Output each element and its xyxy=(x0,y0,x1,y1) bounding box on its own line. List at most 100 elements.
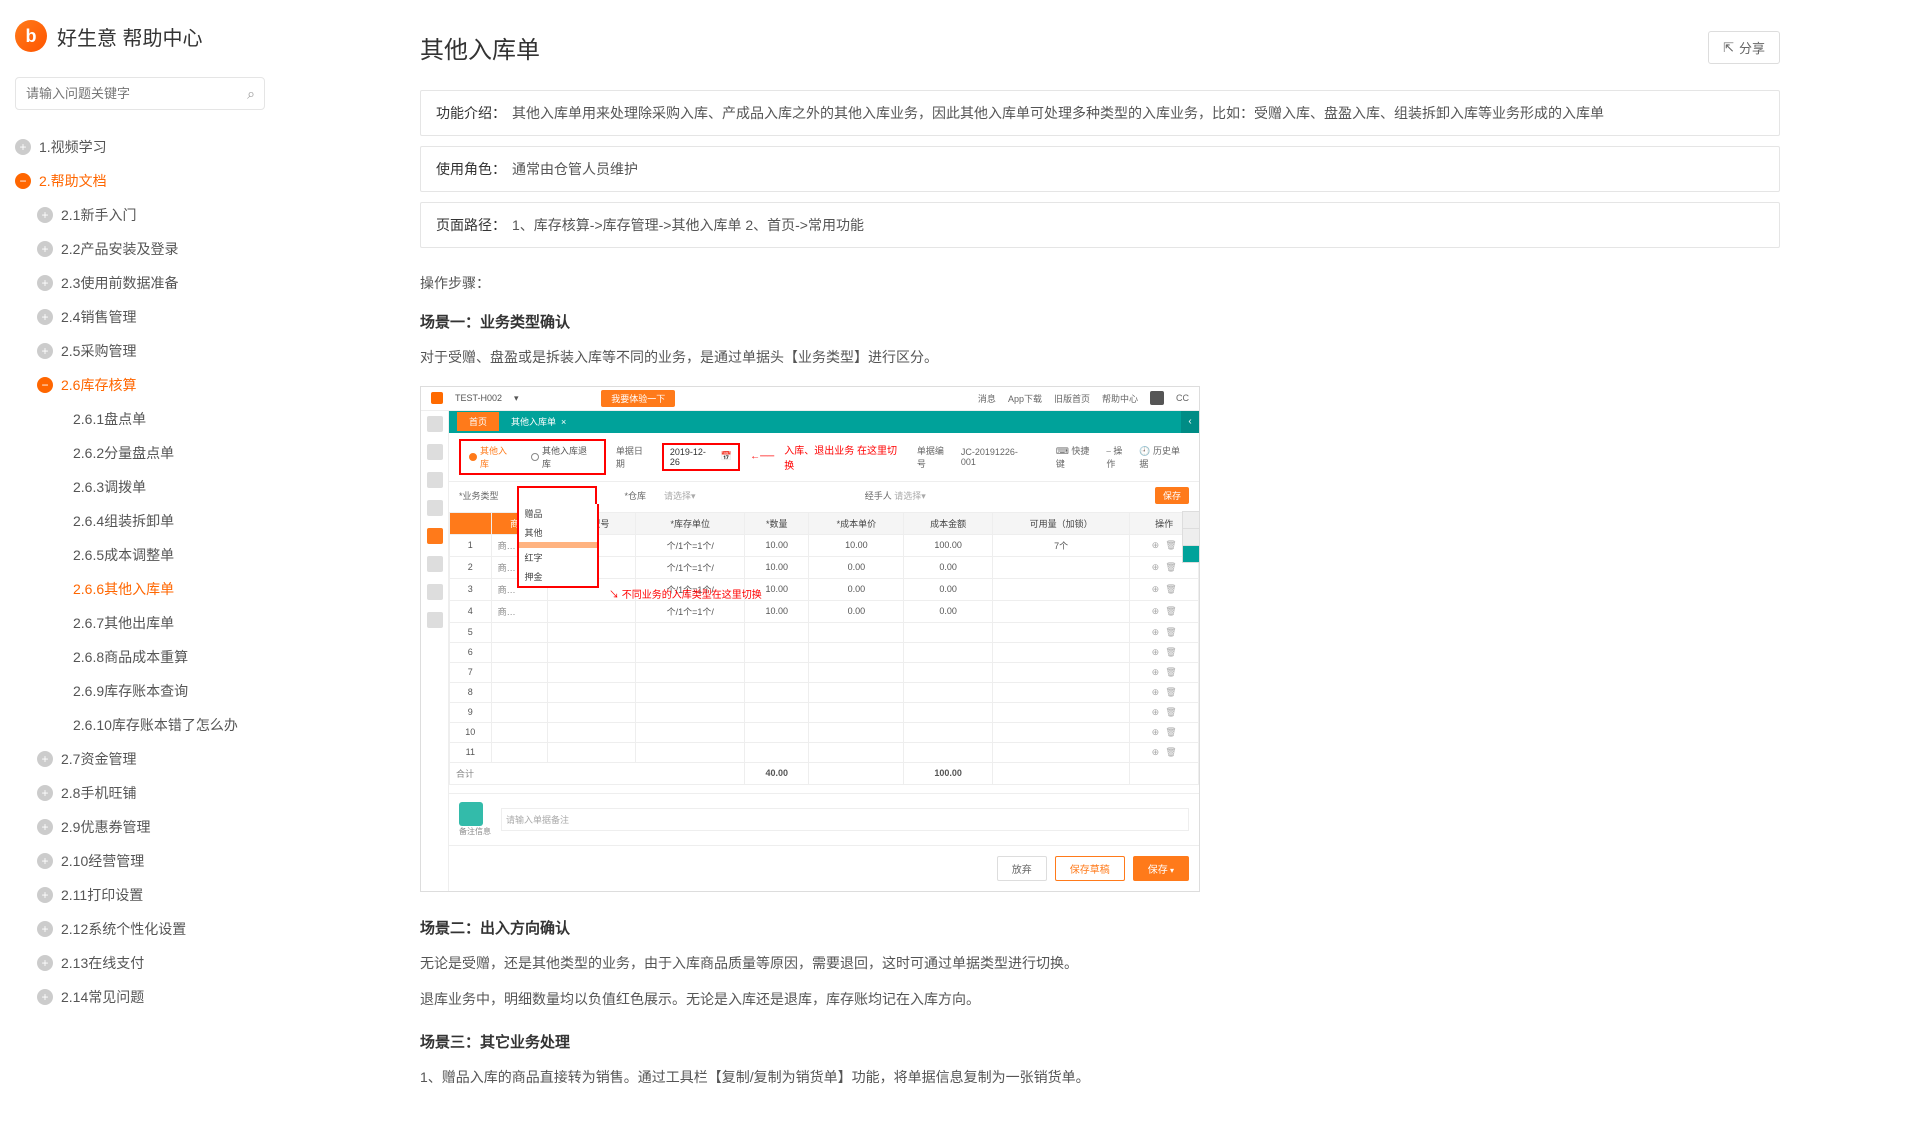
scenario-text: 退库业务中，明细数量均以负值红色展示。无论是入库还是退库，库存账均记在入库方向。 xyxy=(420,986,1780,1013)
sidebar-item-label: 2.6.4组装拆卸单 xyxy=(73,511,174,531)
sidebar-item[interactable]: +2.11打印设置 xyxy=(15,878,265,912)
ss-trial-button: 我要体验一下 xyxy=(601,390,675,407)
plus-icon: + xyxy=(37,241,53,257)
main-content: 其他入库单 ⇱ 分享 功能介绍：其他入库单用来处理除采购入库、产成品入库之外的其… xyxy=(280,0,1880,1130)
sidebar-item[interactable]: +2.5采购管理 xyxy=(15,334,265,368)
ss-remark: 备注信息 请输入单据备注 xyxy=(449,793,1199,845)
sidebar-item[interactable]: 2.6.4组装拆卸单 xyxy=(15,504,265,538)
sidebar-item[interactable]: +2.10经营管理 xyxy=(15,844,265,878)
screenshot-mock: TEST-H002 ▾ 我要体验一下 消息 App下载 旧版首页 帮助中心 CC xyxy=(420,386,1200,892)
plus-icon: + xyxy=(37,989,53,1005)
table-row: 5⊕🗑 xyxy=(450,622,1199,642)
table-header: 可用量（加锁） xyxy=(992,512,1129,534)
ss-side-icon xyxy=(427,444,443,460)
sidebar-item-label: 2.6.7其他出库单 xyxy=(73,613,174,633)
ss-tool-icon xyxy=(1182,511,1200,529)
sidebar-item-label: 2.4销售管理 xyxy=(61,307,136,327)
scenario-text: 对于受赠、盘盈或是拆装入库等不同的业务，是通过单据头【业务类型】进行区分。 xyxy=(420,344,1780,371)
sidebar-item-label: 2.12系统个性化设置 xyxy=(61,919,186,939)
sidebar-item[interactable]: +2.4销售管理 xyxy=(15,300,265,334)
table-row: 8⊕🗑 xyxy=(450,682,1199,702)
sidebar-item[interactable]: 2.6.6其他入库单 xyxy=(15,572,265,606)
minus-icon: − xyxy=(37,377,53,393)
ss-side-icon xyxy=(427,556,443,572)
table-header: 成本金额 xyxy=(904,512,993,534)
sidebar-item-label: 2.7资金管理 xyxy=(61,749,136,769)
share-button[interactable]: ⇱ 分享 xyxy=(1708,31,1780,64)
ss-tab-current: 其他入库单× xyxy=(499,412,578,431)
sidebar-item[interactable]: 2.6.1盘点单 xyxy=(15,402,265,436)
page-title: 其他入库单 xyxy=(420,30,540,65)
sidebar-item-label: 2.6.5成本调整单 xyxy=(73,545,174,565)
sidebar-item[interactable]: 2.6.7其他出库单 xyxy=(15,606,265,640)
sidebar-item[interactable]: +2.9优惠券管理 xyxy=(15,810,265,844)
ss-right-tools xyxy=(1182,511,1200,562)
sidebar-item-label: 2.9优惠券管理 xyxy=(61,817,150,837)
plus-icon: + xyxy=(37,785,53,801)
plus-icon: + xyxy=(37,819,53,835)
sidebar-item[interactable]: +2.13在线支付 xyxy=(15,946,265,980)
ss-tab-home: 首页 xyxy=(457,412,499,431)
logo-row: b 好生意 帮助中心 xyxy=(15,20,265,52)
sidebar-item[interactable]: +1.视频学习 xyxy=(15,130,265,164)
sidebar-item-label: 2.6.3调拨单 xyxy=(73,477,146,497)
sidebar-item[interactable]: +2.1新手入门 xyxy=(15,198,265,232)
sidebar-item[interactable]: 2.6.10库存账本错了怎么办 xyxy=(15,708,265,742)
plus-icon: + xyxy=(37,275,53,291)
sidebar-item-label: 2.6.8商品成本重算 xyxy=(73,647,188,667)
scenario-title: 场景一：业务类型确认 xyxy=(420,311,1780,332)
table-row: 10⊕🗑 xyxy=(450,722,1199,742)
table-header: *数量 xyxy=(745,512,809,534)
search-icon[interactable]: ⌕ xyxy=(247,85,255,102)
sidebar-item-label: 2.2产品安装及登录 xyxy=(61,239,178,259)
ss-annotation: 入库、退出业务 在这里切换 xyxy=(784,442,907,472)
sidebar-item[interactable]: +2.3使用前数据准备 xyxy=(15,266,265,300)
ss-foot-btn: 保存 xyxy=(1133,856,1189,881)
sidebar-item[interactable]: +2.12系统个性化设置 xyxy=(15,912,265,946)
sidebar-item[interactable]: 2.6.8商品成本重算 xyxy=(15,640,265,674)
ss-form-row: *业务类型 赠品 其他 红字 押金 *仓库请选择▾ xyxy=(449,482,1199,510)
ss-side-icon xyxy=(427,528,443,544)
ss-tool-icon xyxy=(1182,545,1200,563)
remark-icon xyxy=(459,802,483,826)
sidebar-item[interactable]: 2.6.2分量盘点单 xyxy=(15,436,265,470)
sidebar-item[interactable]: 2.6.5成本调整单 xyxy=(15,538,265,572)
sidebar-item[interactable]: +2.14常见问题 xyxy=(15,980,265,1014)
steps-title: 操作步骤： xyxy=(420,273,1780,293)
sidebar-item[interactable]: 2.6.3调拨单 xyxy=(15,470,265,504)
ss-radio: 其他入库退库 xyxy=(531,444,596,470)
sidebar-item-label: 2.10经营管理 xyxy=(61,851,144,871)
sidebar-item[interactable]: −2.帮助文档 xyxy=(15,164,265,198)
table-total-row: 合计40.00100.00 xyxy=(450,762,1199,784)
sidebar-item-label: 2.1新手入门 xyxy=(61,205,136,225)
search-input[interactable] xyxy=(15,77,265,110)
ss-top-right: 消息 App下载 旧版首页 帮助中心 CC xyxy=(978,391,1189,405)
sidebar-item[interactable]: +2.2产品安装及登录 xyxy=(15,232,265,266)
sidebar-item[interactable]: +2.8手机旺铺 xyxy=(15,776,265,810)
sidebar-item-label: 2.6.2分量盘点单 xyxy=(73,443,174,463)
sidebar-item[interactable]: 2.6.9库存账本查询 xyxy=(15,674,265,708)
plus-icon: + xyxy=(37,751,53,767)
sidebar-item-label: 2.6库存核算 xyxy=(61,375,136,395)
plus-icon: + xyxy=(37,887,53,903)
ss-radio: 其他入库 xyxy=(469,444,516,470)
sidebar-item-label: 2.3使用前数据准备 xyxy=(61,273,178,293)
ss-annotation: ↘ 不同业务的入库类型在这里切换 xyxy=(609,586,762,601)
ss-tool-icon xyxy=(1182,528,1200,546)
ss-dropdown: 赠品 其他 红字 押金 xyxy=(517,486,597,506)
chevron-down-icon: ▾ xyxy=(514,393,519,404)
sidebar-item[interactable]: +2.7资金管理 xyxy=(15,742,265,776)
ss-topbar: TEST-H002 ▾ 我要体验一下 消息 App下载 旧版首页 帮助中心 CC xyxy=(421,387,1199,411)
arrow-icon: ←── xyxy=(750,451,774,462)
site-title: 好生意 帮助中心 xyxy=(57,22,203,51)
ss-tabbar: 首页 其他入库单× ‹ xyxy=(449,411,1199,433)
ss-link: 旧版首页 xyxy=(1054,392,1090,405)
sidebar-item[interactable]: −2.6库存核算 xyxy=(15,368,265,402)
sidebar-item-label: 2.8手机旺铺 xyxy=(61,783,136,803)
scenario-title: 场景三：其它业务处理 xyxy=(420,1031,1780,1052)
table-row: 6⊕🗑 xyxy=(450,642,1199,662)
sidebar-item-label: 2.11打印设置 xyxy=(61,885,143,905)
info-box: 功能介绍：其他入库单用来处理除采购入库、产成品入库之外的其他入库业务，因此其他入… xyxy=(420,90,1780,136)
ss-avatar-icon xyxy=(1150,391,1164,405)
plus-icon: + xyxy=(37,309,53,325)
